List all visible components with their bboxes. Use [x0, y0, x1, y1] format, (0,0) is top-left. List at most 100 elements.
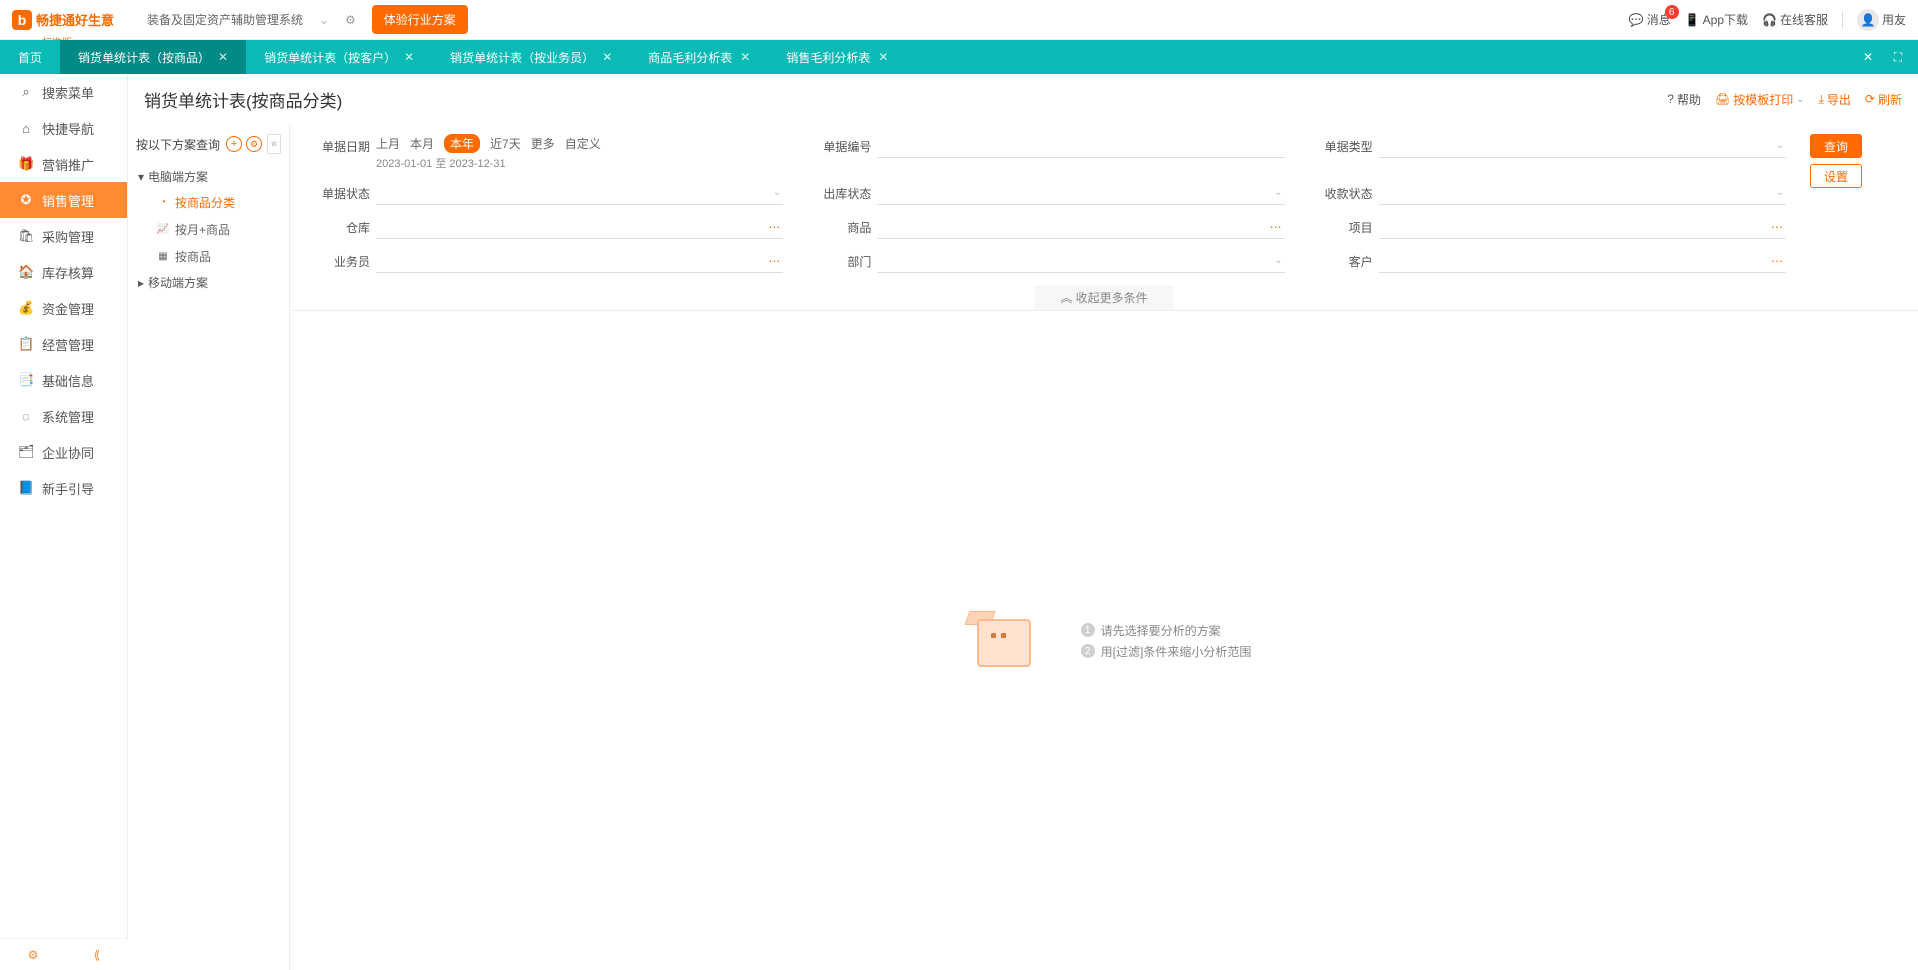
- print-label: 按模板打印: [1733, 91, 1793, 108]
- plan-settings-icon[interactable]: ⚙: [246, 136, 262, 152]
- sidebar-item-sales[interactable]: ✪销售管理: [0, 182, 127, 218]
- orderstatus-select[interactable]: ⌄: [376, 181, 783, 205]
- service-button[interactable]: 🎧 在线客服: [1762, 11, 1828, 28]
- message-button[interactable]: 💬 消息 6: [1629, 11, 1671, 28]
- filter-settings-button[interactable]: 设置: [1810, 164, 1862, 188]
- chevron-down-icon: ▾: [138, 170, 144, 184]
- export-button[interactable]: ⤓导出: [1819, 91, 1851, 108]
- project-label: 项目: [1309, 215, 1379, 236]
- sidebar-item-inventory[interactable]: 🏠库存核算: [0, 254, 127, 290]
- ordertype-select[interactable]: ⌄: [1379, 134, 1786, 158]
- sidebar-label: 销售管理: [42, 191, 94, 210]
- outstatus-select[interactable]: ⌄: [877, 181, 1284, 205]
- sidebar-item-system[interactable]: ◌系统管理: [0, 398, 127, 434]
- sidebar-item-purchase[interactable]: 🛍采购管理: [0, 218, 127, 254]
- more-icon[interactable]: ⋯: [768, 254, 781, 268]
- help-button[interactable]: ?帮助: [1667, 91, 1701, 108]
- project-input[interactable]: ⋯: [1379, 215, 1786, 239]
- export-label: 导出: [1827, 91, 1851, 108]
- step2-text: 用[过滤]条件来缩小分析范围: [1101, 643, 1252, 660]
- book-icon: 📘: [18, 480, 34, 496]
- refresh-button[interactable]: ⟳刷新: [1865, 91, 1902, 108]
- sidebar-item-guide[interactable]: 📘 新手引导: [0, 470, 127, 506]
- warehouse-label: 仓库: [306, 215, 376, 236]
- date-opt-custom[interactable]: 自定义: [565, 135, 601, 152]
- collapse-filters-button[interactable]: ︽ 收起更多条件: [1034, 285, 1174, 310]
- download-button[interactable]: 📱 App下载: [1685, 11, 1748, 28]
- orderno-input[interactable]: [877, 134, 1284, 158]
- sidebar-item-finance[interactable]: 💰资金管理: [0, 290, 127, 326]
- chat-icon: 💬: [1629, 13, 1644, 27]
- gear-icon[interactable]: ⚙: [345, 13, 356, 27]
- folder-icon: 🗂: [18, 444, 34, 460]
- plan-header-label: 按以下方案查询: [136, 136, 220, 153]
- message-badge: 6: [1665, 5, 1679, 19]
- tree-leaf-by-category[interactable]: ◔按商品分类: [154, 189, 281, 216]
- system-selector[interactable]: 装备及固定资产辅助管理系统 ⌄: [147, 11, 337, 28]
- tab-by-product[interactable]: 销货单统计表（按商品） ✕: [60, 40, 246, 74]
- sidebar-item-collab[interactable]: 🗂企业协同: [0, 434, 127, 470]
- collapse-sidebar-icon[interactable]: ⟪: [94, 948, 101, 962]
- tree-leaf-label: 按月+商品: [175, 221, 230, 238]
- search-icon: ⌕: [18, 84, 34, 100]
- tab-by-customer[interactable]: 销货单统计表（按客户） ✕: [246, 40, 432, 74]
- user-menu[interactable]: 👤 用友: [1857, 9, 1906, 31]
- date-opt-thismonth[interactable]: 本月: [410, 135, 434, 152]
- fullscreen-icon[interactable]: ⛶: [1886, 45, 1910, 69]
- print-button[interactable]: 🖨按模板打印⌄: [1715, 91, 1805, 108]
- tab-by-salesman[interactable]: 销货单统计表（按业务员） ✕: [432, 40, 630, 74]
- sidebar-item-marketing[interactable]: 🎁营销推广: [0, 146, 127, 182]
- user-name: 用友: [1882, 11, 1906, 28]
- money-icon: 💰: [18, 300, 34, 316]
- close-icon[interactable]: ✕: [602, 50, 612, 64]
- home-icon: ⌂: [18, 121, 34, 136]
- sidebar-label: 营销推广: [42, 155, 94, 174]
- grid-icon: ▦: [156, 250, 170, 264]
- logo-icon: b: [12, 10, 32, 30]
- date-opt-lastmonth[interactable]: 上月: [376, 135, 400, 152]
- warehouse-input[interactable]: ⋯: [376, 215, 783, 239]
- date-options: 上月 本月 本年 近7天 更多 自定义: [376, 134, 783, 153]
- date-opt-thisyear[interactable]: 本年: [444, 134, 480, 153]
- tree-group-mobile[interactable]: ▸ 移动端方案: [136, 270, 281, 295]
- tree-leaf-by-month-product[interactable]: 📈按月+商品: [154, 216, 281, 243]
- product-input[interactable]: ⋯: [877, 215, 1284, 239]
- query-button[interactable]: 查询: [1810, 134, 1862, 158]
- salesman-input[interactable]: ⋯: [376, 249, 783, 273]
- close-icon[interactable]: ✕: [878, 50, 888, 64]
- customer-input[interactable]: ⋯: [1379, 249, 1786, 273]
- paystatus-select[interactable]: ⌄: [1379, 181, 1786, 205]
- export-icon: ⤓: [1819, 92, 1824, 107]
- sidebar-item-search[interactable]: ⌕搜索菜单: [0, 74, 127, 110]
- settings-icon[interactable]: ⚙: [28, 948, 39, 962]
- add-plan-icon[interactable]: +: [226, 136, 242, 152]
- close-icon[interactable]: ✕: [404, 50, 414, 64]
- close-icon[interactable]: ✕: [740, 50, 750, 64]
- more-icon[interactable]: ⋯: [1771, 220, 1784, 234]
- sidebar-item-quicknav[interactable]: ⌂快捷导航: [0, 110, 127, 146]
- refresh-icon: ⟳: [1865, 92, 1875, 106]
- help-icon: ?: [1667, 92, 1674, 106]
- dept-select[interactable]: ⌄: [877, 249, 1284, 273]
- sidebar-item-basic[interactable]: 📑基础信息: [0, 362, 127, 398]
- tab-home[interactable]: 首页: [0, 40, 60, 74]
- tree-leaf-label: 按商品分类: [175, 194, 235, 211]
- close-all-icon[interactable]: ✕: [1856, 45, 1880, 69]
- tab-sales-profit[interactable]: 销售毛利分析表 ✕: [768, 40, 906, 74]
- more-icon[interactable]: ⋯: [1771, 254, 1784, 268]
- tree-leaf-by-product[interactable]: ▦按商品: [154, 243, 281, 270]
- date-opt-more[interactable]: 更多: [531, 135, 555, 152]
- tree-group-pc[interactable]: ▾ 电脑端方案: [136, 164, 281, 189]
- experience-button[interactable]: 体验行业方案: [372, 5, 468, 34]
- close-icon[interactable]: ✕: [218, 50, 228, 64]
- more-icon[interactable]: ⋯: [1270, 220, 1283, 234]
- date-opt-7days[interactable]: 近7天: [490, 135, 521, 152]
- page-header: 销货单统计表(按商品分类) ?帮助 🖨按模板打印⌄ ⤓导出 ⟳刷新: [128, 74, 1918, 124]
- collapse-panel-icon[interactable]: «: [267, 134, 281, 154]
- more-icon[interactable]: ⋯: [768, 220, 781, 234]
- tab-product-profit[interactable]: 商品毛利分析表 ✕: [630, 40, 768, 74]
- sidebar-item-operation[interactable]: 📋经营管理: [0, 326, 127, 362]
- chevron-down-icon: ⌄: [1796, 94, 1804, 105]
- sidebar-label: 新手引导: [42, 479, 94, 498]
- tab-label: 销货单统计表（按业务员）: [450, 49, 594, 66]
